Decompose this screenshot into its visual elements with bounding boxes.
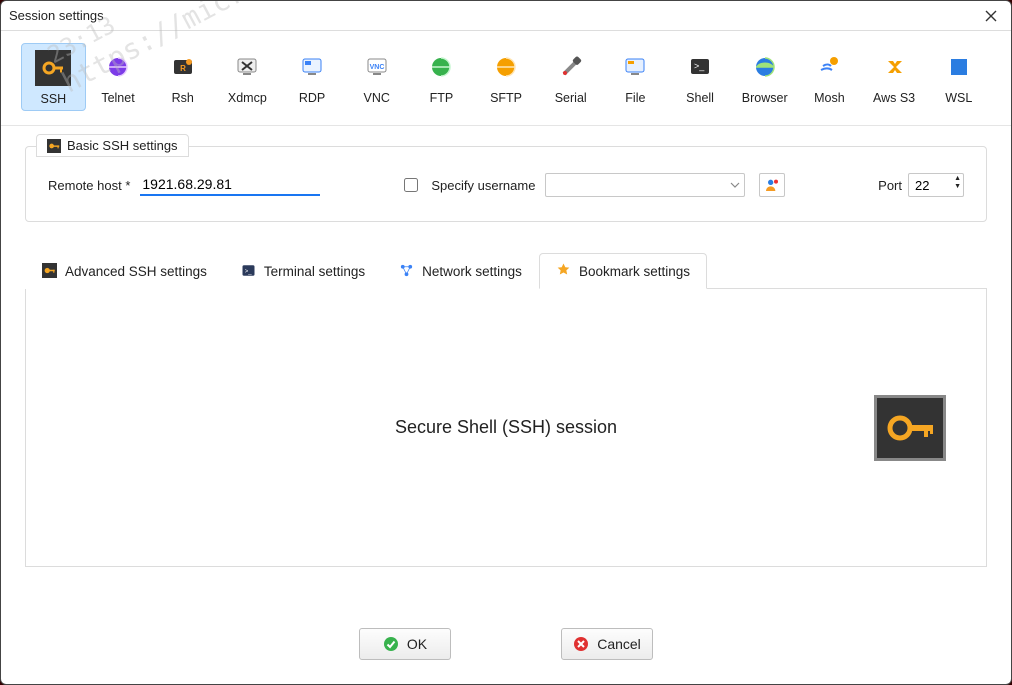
key-icon xyxy=(886,407,934,449)
svg-text:R: R xyxy=(180,64,186,73)
window-title: Session settings xyxy=(9,8,104,23)
session-type-label: Telnet xyxy=(101,91,134,105)
session-type-telnet[interactable]: Telnet xyxy=(86,43,151,111)
tab-label: Advanced SSH settings xyxy=(65,264,207,279)
rsh-icon: R xyxy=(165,49,201,85)
tab-label: Network settings xyxy=(422,264,522,279)
session-type-label: RDP xyxy=(299,91,325,105)
file-icon xyxy=(617,49,653,85)
basic-ssh-legend: Basic SSH settings xyxy=(36,134,189,157)
session-type-shell[interactable]: >_ Shell xyxy=(668,43,733,111)
tab-adv[interactable]: Advanced SSH settings xyxy=(25,253,224,289)
ok-button[interactable]: OK xyxy=(359,628,451,660)
session-type-mosh[interactable]: Mosh xyxy=(797,43,862,111)
chevron-down-icon xyxy=(730,180,740,190)
session-type-rsh[interactable]: R Rsh xyxy=(150,43,215,111)
network-icon xyxy=(399,263,414,281)
tab-term[interactable]: >_ Terminal settings xyxy=(224,253,382,289)
close-button[interactable] xyxy=(979,4,1003,28)
session-type-label: VNC xyxy=(363,91,389,105)
rdp-icon xyxy=(294,49,330,85)
session-type-ssh[interactable]: SSH xyxy=(21,43,86,111)
settings-subtabs: Advanced SSH settings >_ Terminal setting… xyxy=(25,252,987,289)
titlebar: Session settings xyxy=(1,1,1011,31)
port-stepper[interactable]: ▲▼ xyxy=(954,175,961,191)
vnc-icon: VNC xyxy=(359,49,395,85)
tab-label: Terminal settings xyxy=(264,264,365,279)
svg-text:VNC: VNC xyxy=(369,64,384,71)
star-icon xyxy=(556,262,571,280)
browser-icon xyxy=(747,49,783,85)
serial-icon xyxy=(553,49,589,85)
session-type-ftp[interactable]: FTP xyxy=(409,43,474,111)
session-type-awss3[interactable]: Aws S3 xyxy=(862,43,927,111)
session-type-label: File xyxy=(625,91,645,105)
dialog-buttons: OK Cancel xyxy=(1,628,1011,660)
session-type-browser[interactable]: Browser xyxy=(732,43,797,111)
tab-bmk[interactable]: Bookmark settings xyxy=(539,253,707,289)
session-type-label: Aws S3 xyxy=(873,91,915,105)
username-select[interactable] xyxy=(545,173,745,197)
session-type-label: FTP xyxy=(430,91,454,105)
session-description: Secure Shell (SSH) session xyxy=(395,417,617,438)
specify-username-label: Specify username xyxy=(431,178,535,193)
session-type-label: SSH xyxy=(40,92,66,106)
telnet-icon xyxy=(100,49,136,85)
session-type-label: Browser xyxy=(742,91,788,105)
session-type-rdp[interactable]: RDP xyxy=(280,43,345,111)
svg-text:>_: >_ xyxy=(694,61,705,71)
ssh-key-badge xyxy=(874,395,946,461)
session-type-xdmcp[interactable]: Xdmcp xyxy=(215,43,280,111)
session-type-sftp[interactable]: SFTP xyxy=(474,43,539,111)
session-type-wsl[interactable]: WSL xyxy=(926,43,991,111)
manage-users-button[interactable] xyxy=(759,173,785,197)
awss3-icon xyxy=(876,49,912,85)
cancel-icon xyxy=(573,636,589,652)
xdmcp-icon xyxy=(229,49,265,85)
session-type-label: WSL xyxy=(945,91,972,105)
person-icon xyxy=(764,177,780,193)
session-type-vnc[interactable]: VNC VNC xyxy=(344,43,409,111)
key-small-icon xyxy=(47,139,61,153)
session-type-label: Xdmcp xyxy=(228,91,267,105)
key-small-icon xyxy=(42,263,57,281)
port-label: Port xyxy=(878,178,902,193)
session-type-label: Serial xyxy=(555,91,587,105)
session-type-toolbar: SSH Telnet R Rsh Xdmcp RDP VNC VNC FTP SFT… xyxy=(1,31,1011,126)
session-type-file[interactable]: File xyxy=(603,43,668,111)
shell-icon: >_ xyxy=(682,49,718,85)
basic-row: Remote host * Specify username Port ▲▼ xyxy=(42,173,970,197)
remote-host-input[interactable] xyxy=(140,174,320,196)
tab-net[interactable]: Network settings xyxy=(382,253,539,289)
close-icon xyxy=(985,10,997,22)
ssh-icon xyxy=(35,50,71,86)
ok-icon xyxy=(383,636,399,652)
ftp-icon xyxy=(423,49,459,85)
bookmark-tab-body: Secure Shell (SSH) session xyxy=(25,289,987,567)
session-type-label: Mosh xyxy=(814,91,845,105)
session-type-serial[interactable]: Serial xyxy=(538,43,603,111)
session-type-label: Shell xyxy=(686,91,714,105)
session-type-label: SFTP xyxy=(490,91,522,105)
tab-label: Bookmark settings xyxy=(579,264,690,279)
basic-ssh-settings-group: Basic SSH settings Remote host * Specify… xyxy=(25,146,987,222)
session-settings-window: 23:13 https://microdigisoft.com Session … xyxy=(0,0,1012,685)
settings-subtabs-wrap: Advanced SSH settings >_ Terminal setting… xyxy=(25,252,987,567)
mosh-icon xyxy=(811,49,847,85)
terminal-icon: >_ xyxy=(241,263,256,281)
svg-text:>_: >_ xyxy=(245,268,253,274)
sftp-icon xyxy=(488,49,524,85)
session-type-label: Rsh xyxy=(172,91,194,105)
remote-host-label: Remote host * xyxy=(48,178,130,193)
specify-username-checkbox[interactable] xyxy=(404,178,418,192)
wsl-icon xyxy=(941,49,977,85)
cancel-button[interactable]: Cancel xyxy=(561,628,653,660)
